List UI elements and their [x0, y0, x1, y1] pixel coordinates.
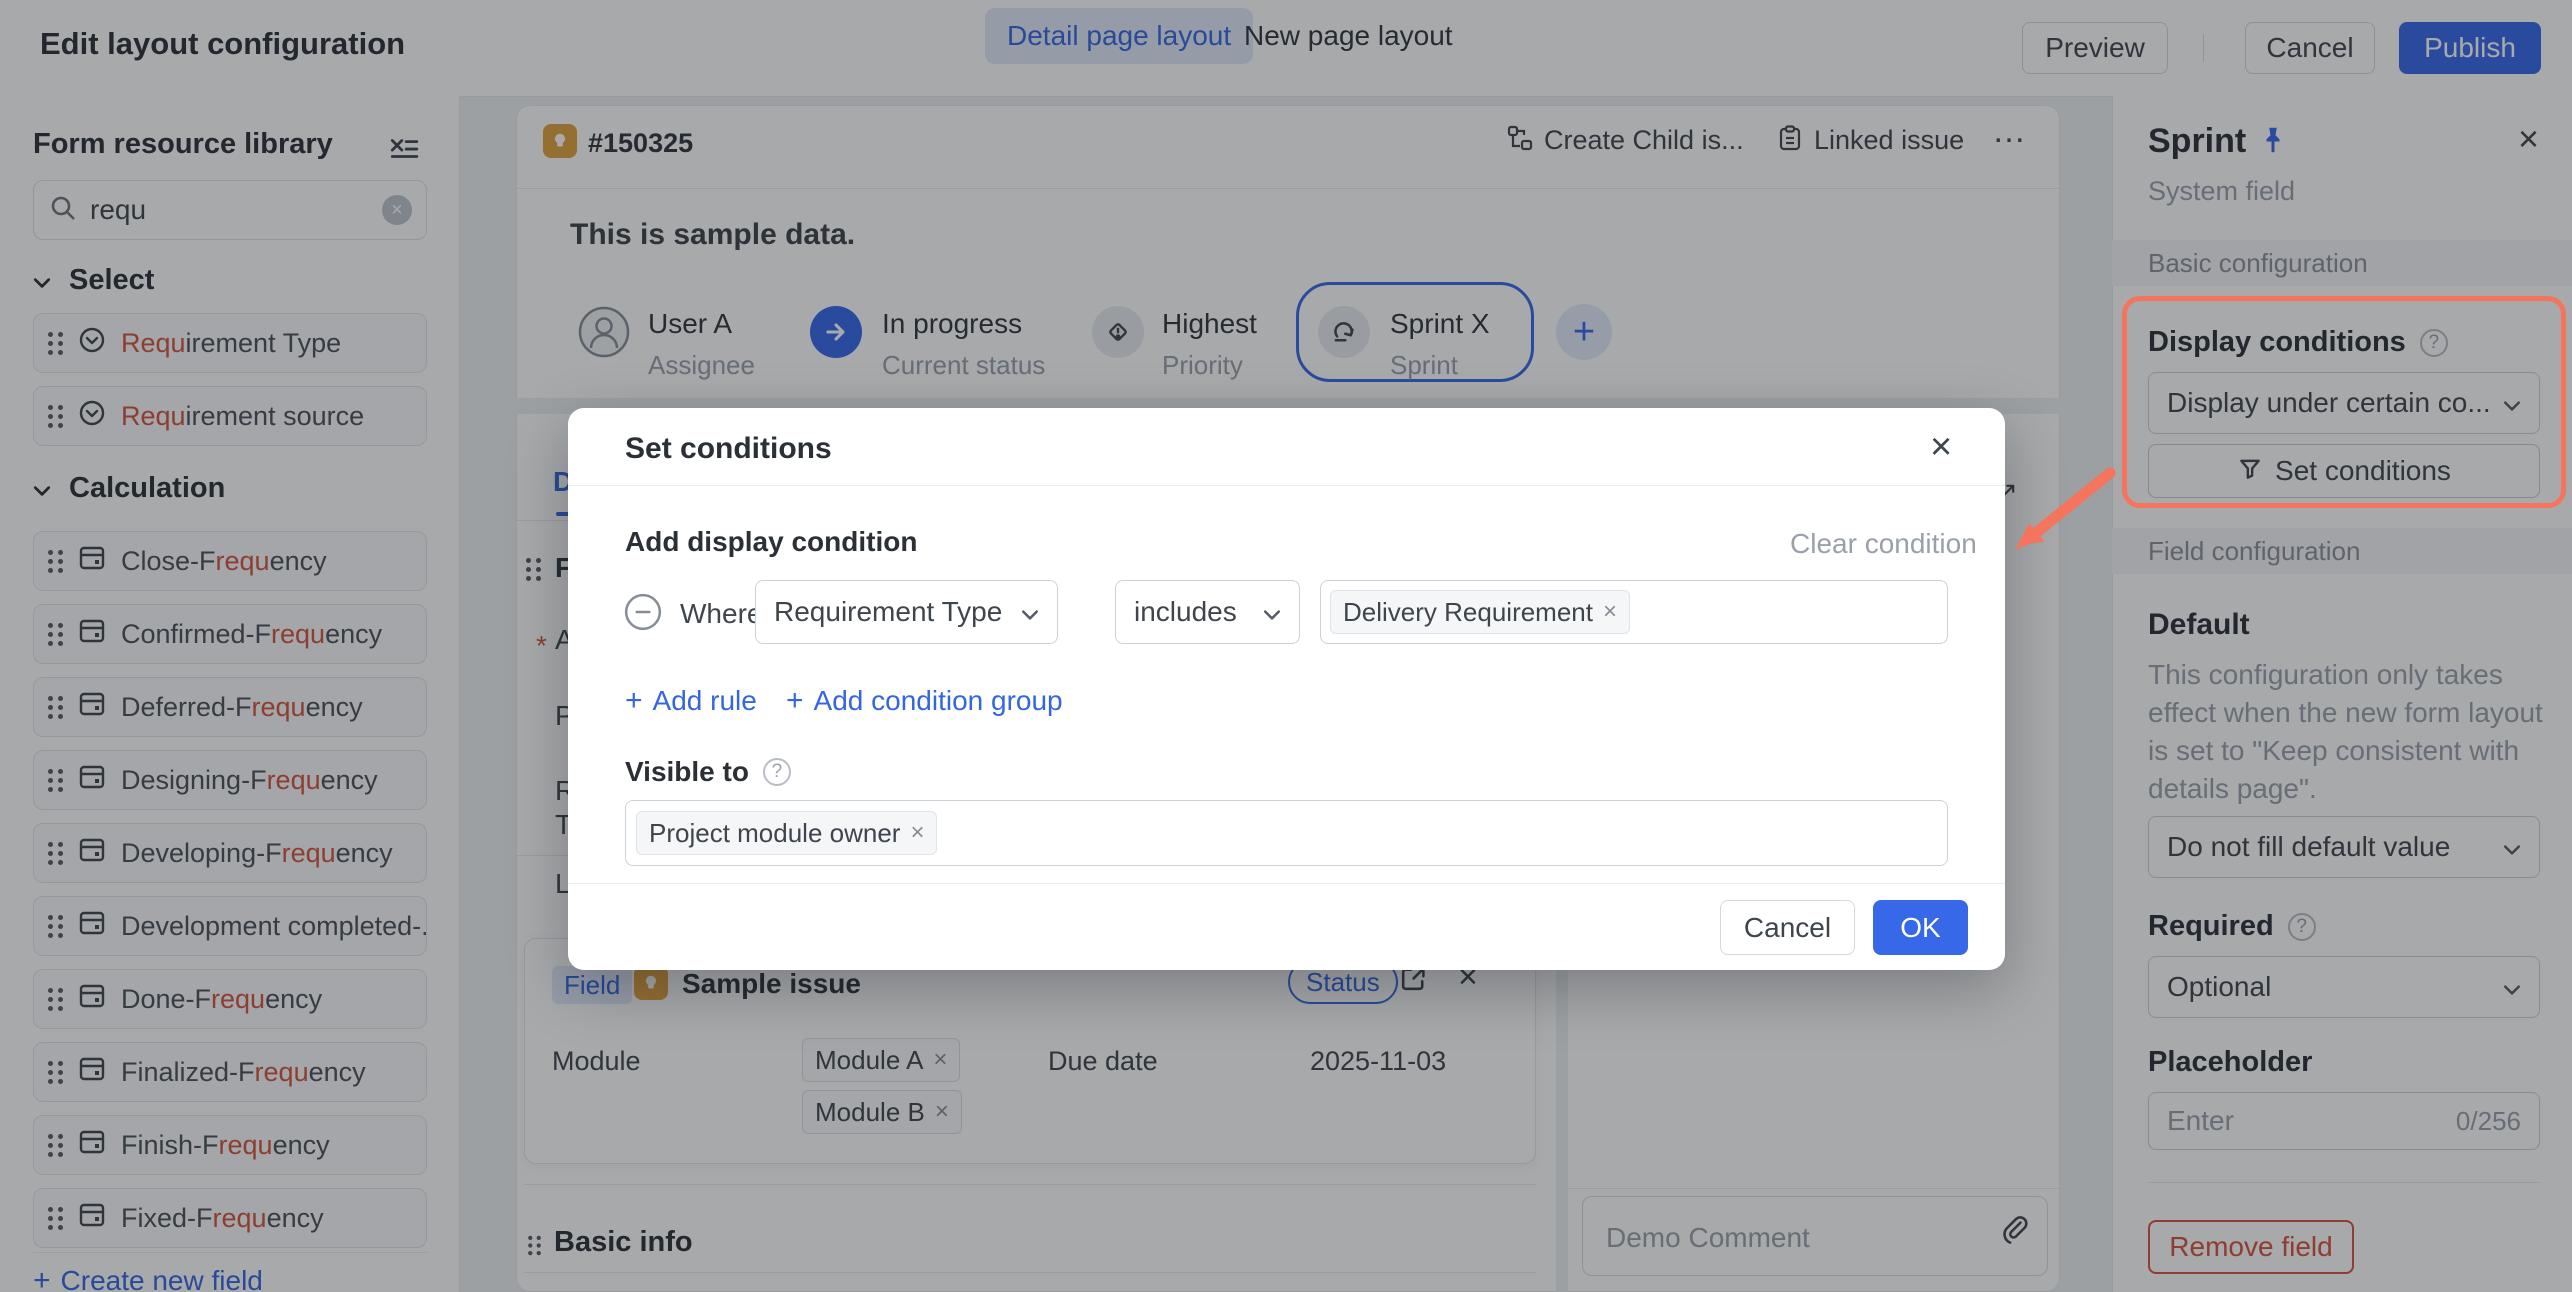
annotation-highlight-box [2122, 296, 2566, 508]
where-label: Where [680, 598, 763, 629]
remove-tag-icon[interactable]: × [1603, 598, 1617, 626]
condition-value-tag: Delivery Requirement × [1330, 590, 1630, 634]
remove-rule-icon[interactable] [623, 592, 663, 637]
visible-to-label: Visible to ? [625, 756, 791, 788]
modal-footer-divider [568, 883, 2005, 884]
condition-operator-select[interactable]: includes [1115, 580, 1300, 644]
clear-condition-link[interactable]: Clear condition [1790, 528, 1977, 560]
visible-to-tag: Project module owner × [636, 811, 938, 855]
plus-icon: + [625, 684, 643, 717]
set-conditions-modal: Set conditions × Add display condition C… [568, 408, 2005, 970]
app-root: Edit layout configuration Detail page la… [0, 0, 2572, 1292]
modal-ok-button[interactable]: OK [1873, 900, 1968, 955]
remove-tag-icon[interactable]: × [910, 819, 924, 847]
chevron-down-icon [1263, 596, 1281, 628]
close-modal-icon[interactable]: × [1930, 426, 1952, 469]
modal-title: Set conditions [625, 432, 832, 465]
help-icon[interactable]: ? [762, 758, 791, 786]
chevron-down-icon [1021, 596, 1039, 628]
modal-header-divider [568, 485, 2005, 486]
visible-to-input[interactable]: Project module owner × [625, 800, 1948, 866]
add-rule-link[interactable]: + Add rule [625, 684, 757, 718]
add-condition-group-link[interactable]: + Add condition group [786, 684, 1063, 718]
condition-value-input[interactable]: Delivery Requirement × [1320, 580, 1948, 644]
condition-field-select[interactable]: Requirement Type [755, 580, 1058, 644]
modal-cancel-button[interactable]: Cancel [1720, 900, 1855, 955]
annotation-arrow [2015, 467, 2116, 550]
add-display-condition-label: Add display condition [625, 526, 918, 557]
plus-icon: + [786, 684, 804, 717]
